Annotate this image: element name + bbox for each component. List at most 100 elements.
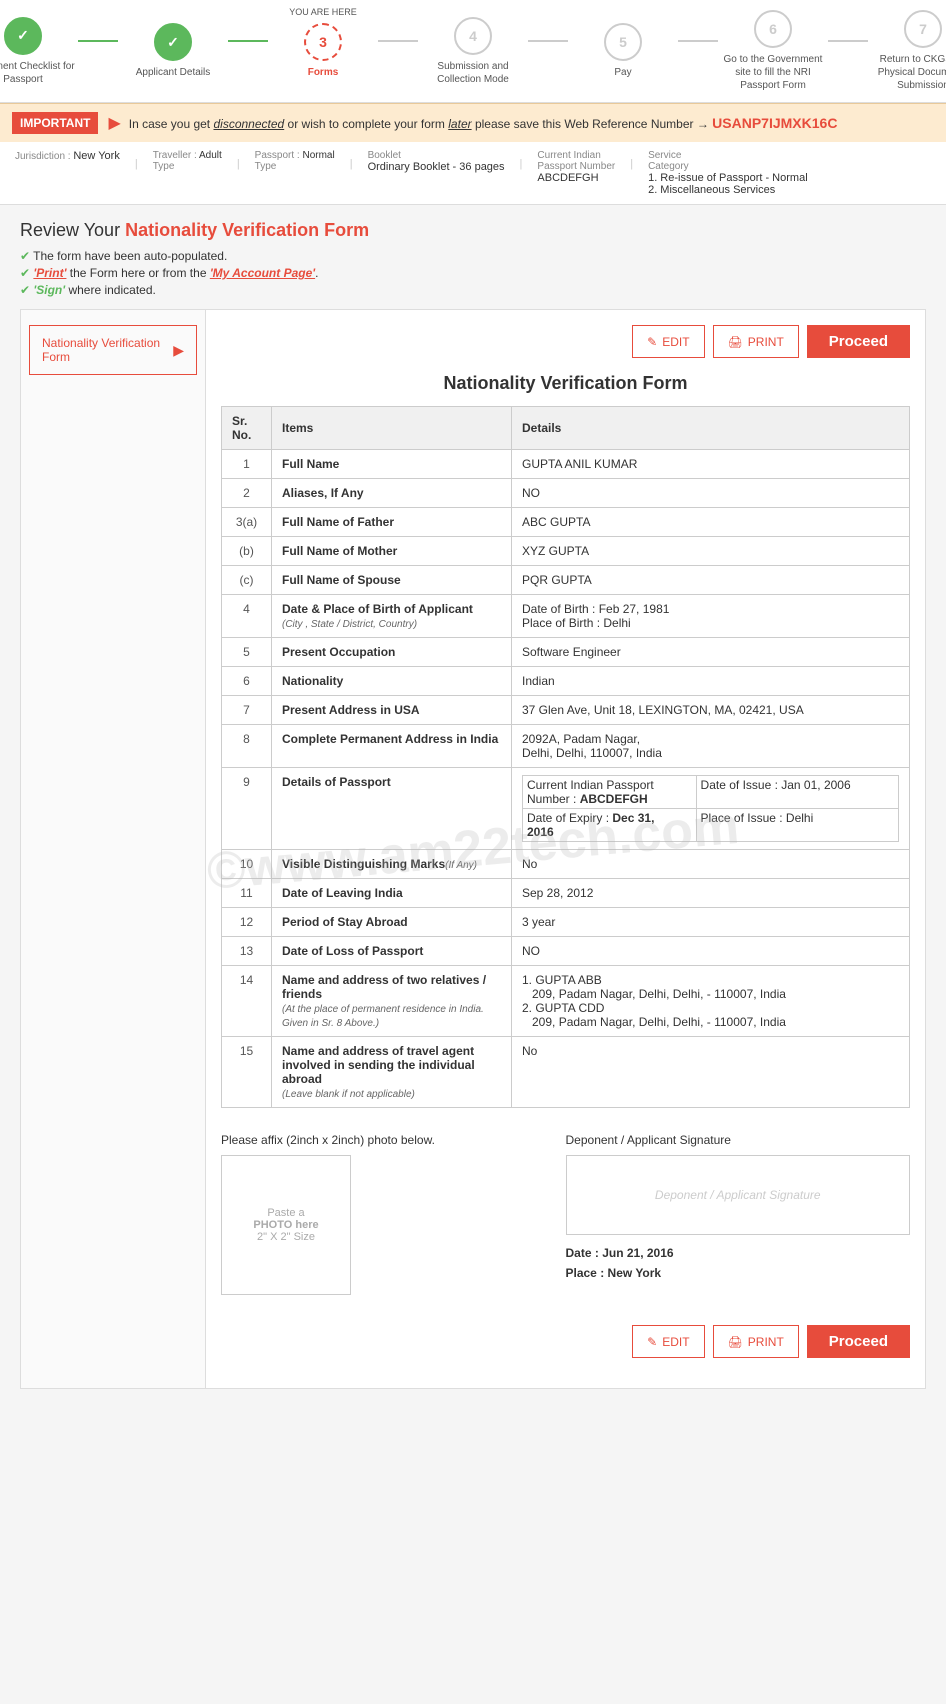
table-row: 10 Visible Distinguishing Marks(If Any) … xyxy=(222,850,910,879)
service-value1: 1. Re-issue of Passport - Normal xyxy=(648,172,808,184)
table-row: 14 Name and address of two relatives / f… xyxy=(222,966,910,1037)
print-button-bottom[interactable]: 🖨 PRINT xyxy=(713,1325,799,1358)
passport-type-value: Normal xyxy=(302,150,334,161)
step-1-label: Document Checklist for Passport xyxy=(0,60,78,86)
table-row: 9 Details of Passport Current Indian Pas… xyxy=(222,768,910,850)
col-items: Items xyxy=(272,407,512,450)
step-5-circle: 5 xyxy=(604,23,642,61)
table-row: 3(a) Full Name of Father ABC GUPTA xyxy=(222,508,910,537)
checklist-item-1: The form have been auto-populated. xyxy=(20,249,926,263)
passport-num-info: Current Indian Passport Number ABCDEFGH xyxy=(537,150,615,184)
edit-button-bottom[interactable]: ✎ EDIT xyxy=(632,1325,704,1358)
table-row: 1 Full Name GUPTA ANIL KUMAR xyxy=(222,450,910,479)
print-icon: 🖨 xyxy=(728,335,743,349)
traveller-value: Adult xyxy=(199,150,222,161)
table-row: 6 Nationality Indian xyxy=(222,667,910,696)
photo-line3: 2" X 2" Size xyxy=(257,1231,315,1243)
table-row: 2 Aliases, If Any NO xyxy=(222,479,910,508)
checklist-item-3: 'Sign' where indicated. xyxy=(20,283,926,297)
table-row: (c) Full Name of Spouse PQR GUPTA xyxy=(222,566,910,595)
service-value2: 2. Miscellaneous Services xyxy=(648,184,808,196)
step-3-label: Forms xyxy=(308,66,339,79)
form-container: ©www.am22tech.com Nationality Verificati… xyxy=(20,309,926,1389)
jurisdiction-value: New York xyxy=(73,150,119,162)
sig-info: Date : Jun 21, 2016 Place : New York xyxy=(566,1243,911,1284)
step-2-label: Applicant Details xyxy=(136,66,210,79)
review-title-bold: Nationality Verification Form xyxy=(125,220,369,240)
table-row: 7 Present Address in USA 37 Glen Ave, Un… xyxy=(222,696,910,725)
print-button-top[interactable]: 🖨 PRINT xyxy=(713,325,799,358)
step-6-circle: 6 xyxy=(754,10,792,48)
photo-box: Paste a PHOTO here 2" X 2" Size xyxy=(221,1155,351,1295)
step-6: 6 Go to the Government site to fill the … xyxy=(718,10,828,92)
connector-5-6 xyxy=(678,40,718,42)
signature-area: Deponent / Applicant Signature Deponent … xyxy=(566,1133,911,1295)
col-sr: Sr. No. xyxy=(222,407,272,450)
sig-label: Deponent / Applicant Signature xyxy=(566,1133,911,1147)
passport-num-value: ABCDEFGH xyxy=(537,172,615,184)
table-row: 11 Date of Leaving India Sep 28, 2012 xyxy=(222,879,910,908)
photo-line2: PHOTO here xyxy=(253,1219,318,1231)
sig-place-label: Place : xyxy=(566,1266,608,1280)
checklist: The form have been auto-populated. 'Prin… xyxy=(20,249,926,297)
print-icon-bottom: 🖨 xyxy=(728,1335,743,1349)
edit-icon-bottom: ✎ xyxy=(647,1335,657,1349)
step-1-circle: ✓ xyxy=(4,17,42,55)
data-table: Sr. No. Items Details 1 Full Name GUPTA … xyxy=(221,406,910,1108)
arrow-icon: ▶ xyxy=(108,113,120,133)
connector-2-3 xyxy=(228,40,268,42)
table-row: 8 Complete Permanent Address in India 20… xyxy=(222,725,910,768)
step-7-circle: 7 xyxy=(904,10,942,48)
step-3: YOU ARE HERE 3 Forms xyxy=(268,23,378,79)
sidebar-item-label: Nationality Verification Form xyxy=(42,336,173,364)
sidebar-arrow-icon: ▶ xyxy=(173,342,184,359)
table-row: 15 Name and address of travel agent invo… xyxy=(222,1037,910,1108)
edit-icon: ✎ xyxy=(647,335,657,349)
sig-date-value: Jun 21, 2016 xyxy=(602,1246,673,1260)
step-5: 5 Pay xyxy=(568,23,678,79)
connector-1-2 xyxy=(78,40,118,42)
step-3-circle: 3 xyxy=(304,23,342,61)
proceed-button-top[interactable]: Proceed xyxy=(807,325,910,358)
step-1: ✓ Document Checklist for Passport xyxy=(0,17,78,86)
connector-6-7 xyxy=(828,40,868,42)
progress-bar: ✓ Document Checklist for Passport ✓ Appl… xyxy=(0,0,946,103)
photo-label: Please affix (2inch x 2inch) photo below… xyxy=(221,1133,531,1147)
edit-button-top[interactable]: ✎ EDIT xyxy=(632,325,704,358)
table-row: 12 Period of Stay Abroad 3 year xyxy=(222,908,910,937)
checklist-item-2: 'Print' the Form here or from the 'My Ac… xyxy=(20,266,926,280)
form-title: Nationality Verification Form xyxy=(221,373,910,394)
booklet-value: Ordinary Booklet - 36 pages xyxy=(368,161,505,173)
connector-3-4 xyxy=(378,40,418,42)
step-4-label: Submission and Collection Mode xyxy=(418,60,528,86)
review-title: Review Your Nationality Verification For… xyxy=(20,220,926,241)
sig-box: Deponent / Applicant Signature xyxy=(566,1155,911,1235)
step-6-label: Go to the Government site to fill the NR… xyxy=(718,53,828,92)
proceed-button-bottom[interactable]: Proceed xyxy=(807,1325,910,1358)
sig-place-value: New York xyxy=(608,1266,662,1280)
step-2: ✓ Applicant Details xyxy=(118,23,228,79)
sidebar-item-nvf[interactable]: Nationality Verification Form ▶ xyxy=(29,325,197,375)
top-action-buttons: ✎ EDIT 🖨 PRINT Proceed xyxy=(221,325,910,358)
passport-type-info: Passport : Normal Type xyxy=(255,150,335,172)
step-5-label: Pay xyxy=(614,66,631,79)
form-main: ✎ EDIT 🖨 PRINT Proceed Nationality Verif… xyxy=(206,310,925,1388)
photo-line1: Paste a xyxy=(267,1207,304,1219)
table-row: 13 Date of Loss of Passport NO xyxy=(222,937,910,966)
banner-text: In case you get disconnected or wish to … xyxy=(129,115,934,131)
step-4: 4 Submission and Collection Mode xyxy=(418,17,528,86)
important-tag: IMPORTANT xyxy=(12,112,98,134)
sig-date-label: Date : xyxy=(566,1246,603,1260)
step-7-label: Return to CKGS for Physical Documents Su… xyxy=(868,53,946,92)
service-info: Service Category 1. Re-issue of Passport… xyxy=(648,150,808,196)
ref-number: USANP7IJMXK16C xyxy=(712,115,837,131)
sidebar: Nationality Verification Form ▶ xyxy=(21,310,206,1388)
jurisdiction-info: Jurisdiction : New York xyxy=(15,150,120,162)
step-4-circle: 4 xyxy=(454,17,492,55)
info-bar: Jurisdiction : New York | Traveller : Ad… xyxy=(0,142,946,205)
photo-sig-section: Please affix (2inch x 2inch) photo below… xyxy=(221,1123,910,1305)
main-content: Review Your Nationality Verification For… xyxy=(0,205,946,1404)
booklet-info: Booklet Ordinary Booklet - 36 pages xyxy=(368,150,505,173)
bottom-action-buttons: ✎ EDIT 🖨 PRINT Proceed xyxy=(221,1325,910,1358)
table-row: 4 Date & Place of Birth of Applicant(Cit… xyxy=(222,595,910,638)
